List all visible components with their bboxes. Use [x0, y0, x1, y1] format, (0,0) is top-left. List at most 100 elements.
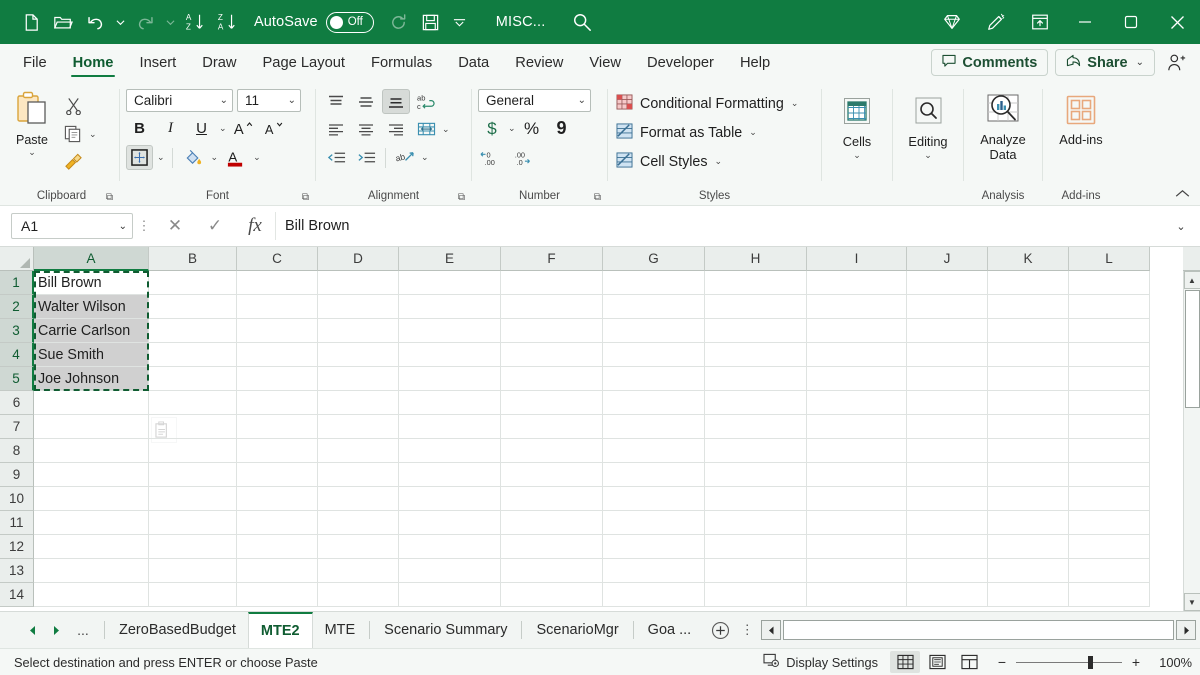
paste-button[interactable]: Paste ⌄ [4, 89, 60, 157]
expand-formula-bar-icon[interactable]: ⌄ [1168, 220, 1194, 233]
autosave-toggle[interactable]: Off [326, 12, 374, 33]
row-header-9[interactable]: 9 [0, 463, 34, 487]
editing-caret-icon[interactable]: ⌄ [924, 150, 932, 160]
previous-sheet-icon[interactable] [22, 619, 42, 641]
row-header-5[interactable]: 5 [0, 367, 34, 391]
sheet-tab-goal-seek[interactable]: Goa ... [636, 612, 704, 648]
cells-button[interactable]: Cells ⌄ [825, 89, 889, 160]
ribbon-tab-page-layout[interactable]: Page Layout [250, 44, 358, 81]
column-header-f[interactable]: F [501, 247, 603, 271]
cell-K13[interactable] [988, 559, 1069, 583]
cell-K6[interactable] [988, 391, 1069, 415]
column-header-k[interactable]: K [988, 247, 1069, 271]
cell-E8[interactable] [399, 439, 501, 463]
cell-D5[interactable] [318, 367, 399, 391]
refresh-icon[interactable] [384, 7, 414, 37]
underline-button[interactable]: U [188, 116, 215, 141]
chevron-down-icon[interactable]: ⌄ [715, 156, 723, 167]
page-break-view-icon[interactable] [954, 651, 984, 673]
share-caret-icon[interactable]: ⌄ [1136, 57, 1144, 68]
undo-dropdown-caret[interactable] [112, 7, 128, 37]
ribbon-tab-insert[interactable]: Insert [126, 44, 189, 81]
zoom-out-button[interactable]: − [996, 654, 1008, 670]
cell-I11[interactable] [807, 511, 907, 535]
cell-E1[interactable] [399, 271, 501, 295]
cell-J14[interactable] [907, 583, 988, 607]
column-header-i[interactable]: I [807, 247, 907, 271]
ribbon-display-icon[interactable] [1018, 0, 1062, 44]
cell-B13[interactable] [149, 559, 237, 583]
pen-icon[interactable] [974, 0, 1018, 44]
addins-button[interactable]: Add-ins [1049, 89, 1113, 147]
cell-H5[interactable] [705, 367, 807, 391]
scroll-up-arrow-icon[interactable]: ▲ [1184, 271, 1200, 289]
chevron-down-icon[interactable]: ⌄ [282, 95, 296, 106]
column-header-l[interactable]: L [1069, 247, 1150, 271]
ribbon-tab-review[interactable]: Review [502, 44, 576, 81]
cell-K14[interactable] [988, 583, 1069, 607]
ribbon-tab-file[interactable]: File [10, 44, 60, 81]
cell-K8[interactable] [988, 439, 1069, 463]
cell-G14[interactable] [603, 583, 705, 607]
cell-G13[interactable] [603, 559, 705, 583]
row-header-14[interactable]: 14 [0, 583, 34, 607]
ribbon-tab-home[interactable]: Home [60, 44, 127, 81]
redo-icon[interactable] [130, 7, 160, 37]
cell-B11[interactable] [149, 511, 237, 535]
sheet-tab-mte[interactable]: MTE [313, 612, 368, 648]
align-right-button[interactable] [382, 117, 410, 142]
minimize-button[interactable] [1062, 0, 1108, 44]
cell-D11[interactable] [318, 511, 399, 535]
font-family-combo[interactable]: Calibri ⌄ [126, 89, 233, 112]
cell-F8[interactable] [501, 439, 603, 463]
row-header-4[interactable]: 4 [0, 343, 34, 367]
orientation-button[interactable]: ab [391, 145, 419, 170]
cell-D8[interactable] [318, 439, 399, 463]
row-header-8[interactable]: 8 [0, 439, 34, 463]
cell-C5[interactable] [237, 367, 318, 391]
middle-align-button[interactable] [352, 89, 380, 114]
ribbon-tab-formulas[interactable]: Formulas [358, 44, 445, 81]
row-header-11[interactable]: 11 [0, 511, 34, 535]
cell-B1[interactable] [149, 271, 237, 295]
cell-H10[interactable] [705, 487, 807, 511]
conditional-formatting-button[interactable]: Conditional Formatting ⌄ [616, 91, 798, 116]
cell-E10[interactable] [399, 487, 501, 511]
cell-E12[interactable] [399, 535, 501, 559]
copy-caret-icon[interactable]: ⌄ [89, 129, 97, 140]
cell-K3[interactable] [988, 319, 1069, 343]
undo-icon[interactable] [80, 7, 110, 37]
cell-I9[interactable] [807, 463, 907, 487]
copy-icon[interactable] [60, 122, 86, 146]
borders-button[interactable] [126, 145, 153, 170]
cell-K10[interactable] [988, 487, 1069, 511]
select-all-corner[interactable] [0, 247, 34, 271]
cell-H6[interactable] [705, 391, 807, 415]
cell-C4[interactable] [237, 343, 318, 367]
close-button[interactable] [1154, 0, 1200, 44]
sheet-overflow-icon[interactable]: ... [70, 622, 96, 638]
cell-D6[interactable] [318, 391, 399, 415]
cell-J3[interactable] [907, 319, 988, 343]
cell-D4[interactable] [318, 343, 399, 367]
cell-C9[interactable] [237, 463, 318, 487]
cell-K4[interactable] [988, 343, 1069, 367]
document-title[interactable]: MISC... [496, 14, 546, 30]
cell-F14[interactable] [501, 583, 603, 607]
formula-input[interactable]: Bill Brown [275, 212, 1168, 240]
sheet-tab-zerobasedbudget[interactable]: ZeroBasedBudget [107, 612, 248, 648]
cell-E7[interactable] [399, 415, 501, 439]
column-header-b[interactable]: B [149, 247, 237, 271]
cell-F2[interactable] [501, 295, 603, 319]
chevron-down-icon[interactable]: ⌄ [572, 95, 586, 106]
cell-E5[interactable] [399, 367, 501, 391]
number-format-combo[interactable]: General ⌄ [478, 89, 591, 112]
cell-E11[interactable] [399, 511, 501, 535]
number-dialog-launcher[interactable]: ⧉ [594, 192, 601, 203]
zoom-slider-thumb[interactable] [1088, 656, 1093, 669]
top-align-button[interactable] [322, 89, 350, 114]
column-header-h[interactable]: H [705, 247, 807, 271]
cell-K11[interactable] [988, 511, 1069, 535]
cell-A10[interactable] [34, 487, 149, 511]
row-header-12[interactable]: 12 [0, 535, 34, 559]
